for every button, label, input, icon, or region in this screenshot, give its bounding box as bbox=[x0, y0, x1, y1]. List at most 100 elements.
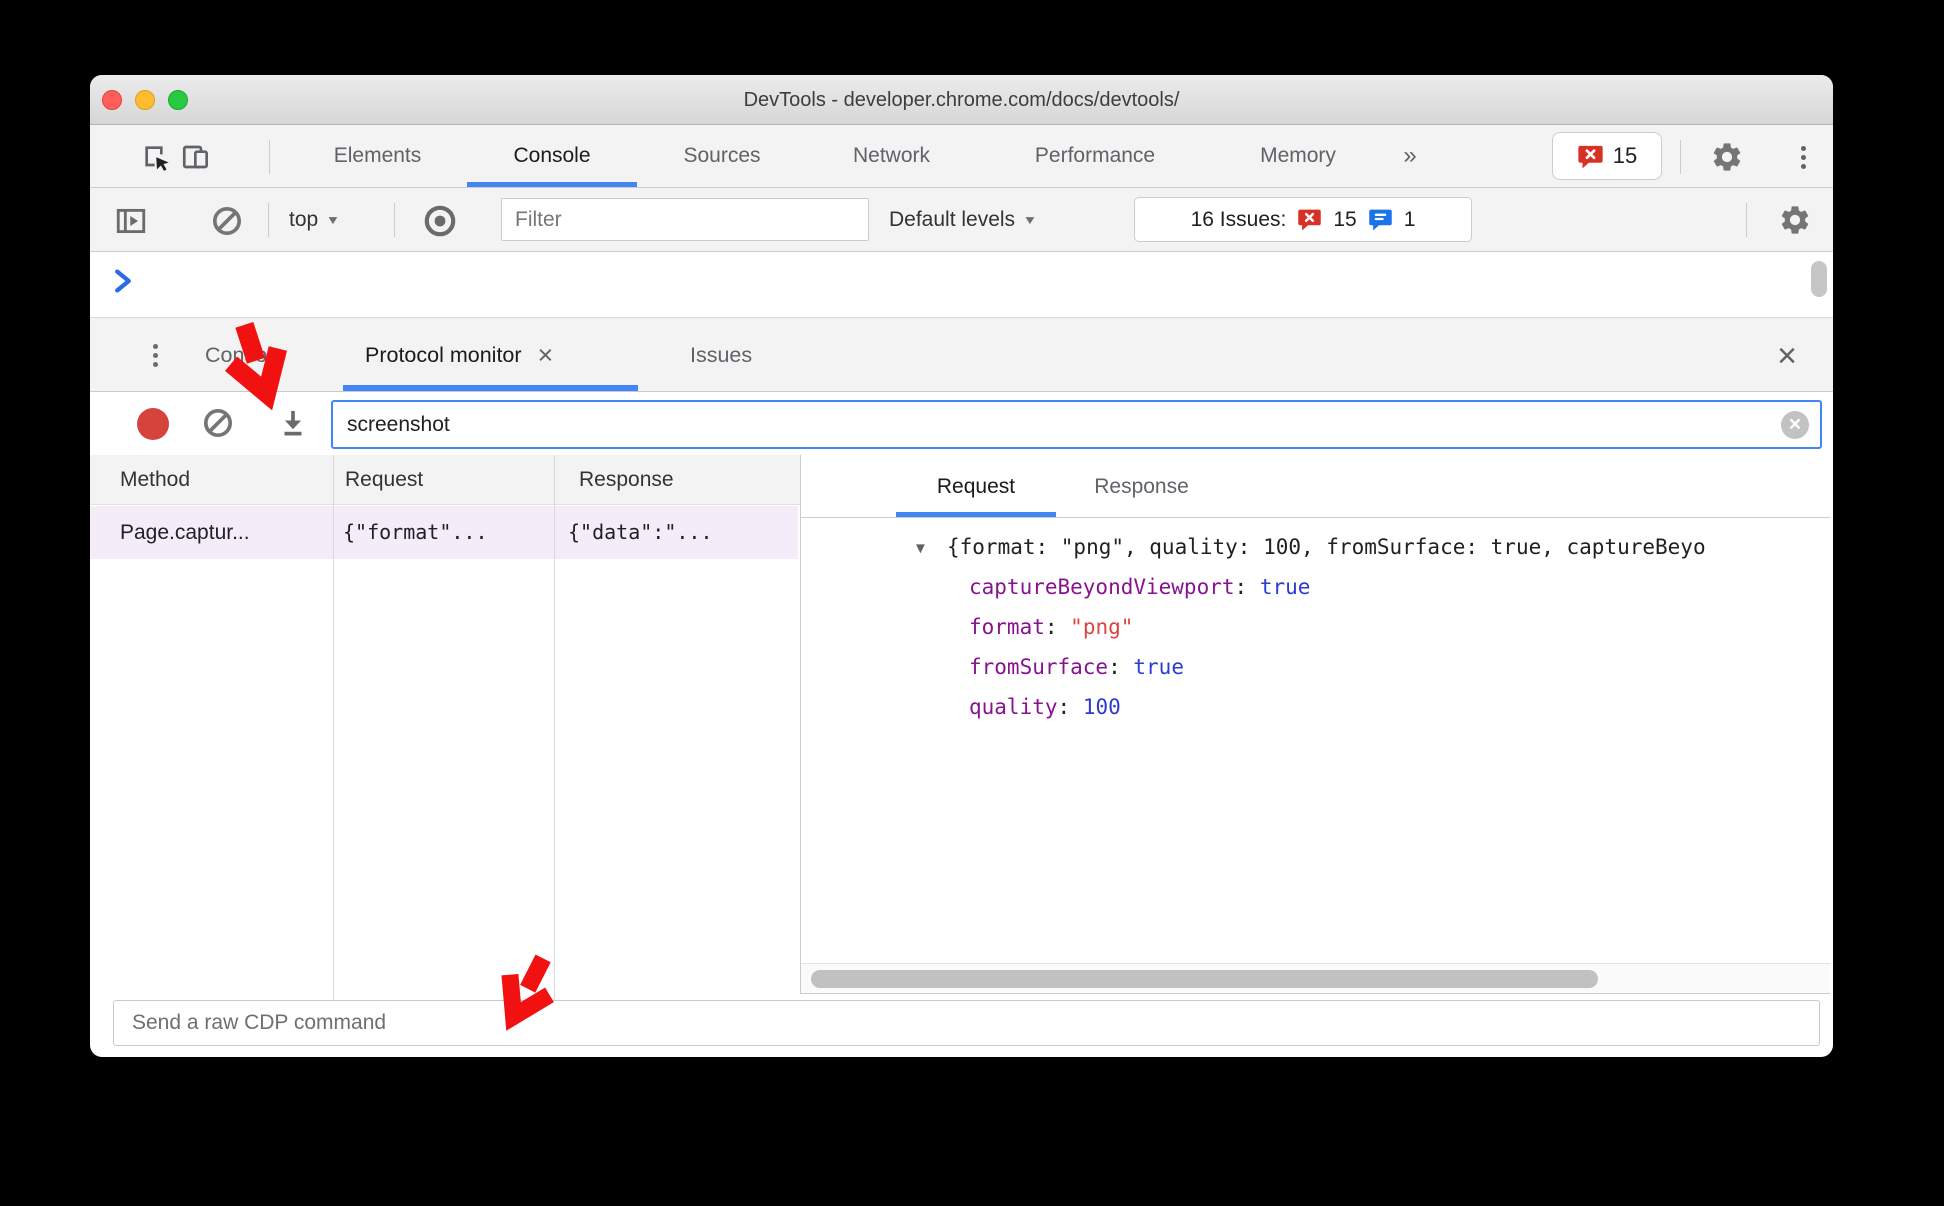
devtools-window: DevTools - developer.chrome.com/docs/dev… bbox=[90, 75, 1833, 1057]
live-expression-button[interactable] bbox=[421, 202, 459, 240]
context-selector-dropdown[interactable]: top ▼ bbox=[289, 188, 341, 251]
close-drawer-button[interactable]: × bbox=[1768, 337, 1806, 375]
drawer-tab-protocol-monitor[interactable]: Protocol monitor × bbox=[365, 318, 553, 392]
kebab-dot bbox=[1800, 154, 1806, 160]
clear-ban-icon bbox=[212, 206, 242, 236]
inspect-element-button[interactable] bbox=[138, 139, 174, 175]
horizontal-scrollbar[interactable] bbox=[811, 970, 1598, 988]
column-header-response[interactable]: Response bbox=[579, 455, 674, 505]
cell-method: Page.captur... bbox=[120, 521, 250, 544]
json-property[interactable]: quality: 100 bbox=[969, 687, 1121, 727]
protocol-table-header: Method Request Response bbox=[90, 455, 800, 505]
detail-tab-label: Response bbox=[1094, 474, 1189, 498]
tab-network[interactable]: Network bbox=[826, 125, 957, 187]
device-toolbar-button[interactable] bbox=[178, 139, 214, 175]
drawer-menu-kebab-button[interactable] bbox=[136, 336, 174, 374]
detail-tab-bar: Request Response bbox=[801, 455, 1830, 518]
record-button[interactable] bbox=[137, 408, 169, 440]
column-divider[interactable] bbox=[554, 455, 555, 1000]
window-title: DevTools - developer.chrome.com/docs/dev… bbox=[743, 89, 1180, 111]
json-key: captureBeyondViewport bbox=[969, 575, 1235, 599]
issues-error-count: 15 bbox=[1333, 207, 1357, 231]
tab-label: Network bbox=[852, 144, 931, 167]
json-property[interactable]: captureBeyondViewport: true bbox=[969, 567, 1310, 607]
tab-label: Console bbox=[513, 144, 591, 167]
issues-warning-count: 1 bbox=[1403, 207, 1416, 231]
screenshot-background: DevTools - developer.chrome.com/docs/dev… bbox=[0, 0, 1944, 1206]
drawer-tab-issues[interactable]: Issues bbox=[690, 318, 752, 392]
tab-memory[interactable]: Memory bbox=[1232, 125, 1364, 187]
issue-error-icon bbox=[1298, 209, 1322, 231]
issue-info-icon bbox=[1368, 209, 1392, 231]
json-colon: : bbox=[1108, 655, 1121, 679]
tab-performance[interactable]: Performance bbox=[1000, 125, 1190, 187]
log-levels-dropdown[interactable]: Default levels ▼ bbox=[889, 188, 1038, 251]
json-key: quality bbox=[969, 695, 1058, 719]
cdp-command-input[interactable] bbox=[113, 1000, 1820, 1046]
levels-label: Default levels bbox=[889, 207, 1016, 231]
cell-request: {"format"... bbox=[343, 520, 488, 544]
protocol-monitor-toolbar: × bbox=[90, 392, 1833, 455]
table-row[interactable]: Page.captur... {"format"... {"data":"... bbox=[90, 506, 798, 559]
cell-response: {"data":"... bbox=[568, 520, 713, 544]
kebab-dot bbox=[1800, 163, 1806, 169]
tab-label: Elements bbox=[333, 144, 422, 167]
detail-active-tab-underline bbox=[896, 512, 1056, 517]
console-messages-area[interactable] bbox=[90, 252, 1833, 318]
main-menu-kebab-button[interactable] bbox=[1784, 138, 1822, 176]
json-property[interactable]: fromSurface: true bbox=[969, 647, 1184, 687]
json-key: fromSurface bbox=[969, 655, 1109, 679]
error-count: 15 bbox=[1612, 143, 1638, 168]
protocol-search-input[interactable] bbox=[331, 400, 1822, 449]
gear-icon bbox=[1713, 143, 1741, 171]
tab-label: Performance bbox=[1034, 144, 1156, 167]
toolbar-divider bbox=[268, 203, 269, 237]
more-tabs-icon: » bbox=[1403, 142, 1417, 169]
column-header-method[interactable]: Method bbox=[120, 455, 190, 505]
context-label: top bbox=[289, 207, 319, 231]
active-tab-underline bbox=[467, 182, 637, 187]
kebab-dot bbox=[152, 361, 158, 367]
json-colon: : bbox=[1044, 615, 1058, 639]
toolbar-divider bbox=[1746, 203, 1747, 237]
console-sidebar-toggle-button[interactable] bbox=[112, 202, 150, 240]
detail-tab-label: Request bbox=[936, 474, 1016, 498]
clear-search-button[interactable]: × bbox=[1781, 411, 1809, 439]
json-property[interactable]: format: "png" bbox=[969, 607, 1133, 647]
column-header-request[interactable]: Request bbox=[345, 455, 423, 505]
inspect-cursor-icon bbox=[145, 146, 169, 171]
tab-console[interactable]: Console bbox=[467, 125, 637, 187]
close-icon: × bbox=[1777, 337, 1797, 375]
json-preview-line[interactable]: {format: "png", quality: 100, fromSurfac… bbox=[947, 527, 1830, 567]
error-count-badge[interactable]: 15 bbox=[1552, 132, 1662, 180]
kebab-dot bbox=[1800, 145, 1806, 151]
settings-button[interactable] bbox=[1708, 138, 1746, 176]
column-divider[interactable] bbox=[333, 455, 334, 1000]
detail-tab-request[interactable]: Request bbox=[896, 455, 1056, 518]
json-colon: : bbox=[1057, 695, 1071, 719]
json-value: 100 bbox=[1082, 695, 1121, 719]
sidebar-toggle-icon bbox=[116, 208, 146, 234]
tab-elements[interactable]: Elements bbox=[304, 125, 451, 187]
clear-icon: × bbox=[1788, 413, 1802, 436]
drawer-tab-bar: Console Protocol monitor × Issues × bbox=[90, 318, 1833, 392]
kebab-dot bbox=[152, 352, 158, 358]
json-key: format bbox=[969, 615, 1045, 639]
close-tab-icon[interactable]: × bbox=[538, 341, 554, 369]
console-settings-button[interactable] bbox=[1776, 201, 1814, 239]
tab-sources[interactable]: Sources bbox=[656, 125, 788, 187]
tree-expander-icon[interactable]: ▼ bbox=[913, 540, 928, 557]
detail-tab-response[interactable]: Response bbox=[1069, 455, 1214, 518]
issues-counter[interactable]: 16 Issues: 15 1 bbox=[1134, 197, 1472, 242]
json-value: true bbox=[1133, 655, 1184, 679]
vertical-scrollbar[interactable] bbox=[1811, 261, 1827, 297]
more-tabs-button[interactable]: » bbox=[1385, 125, 1435, 187]
gear-icon bbox=[1781, 206, 1809, 234]
chevron-down-icon: ▼ bbox=[1022, 212, 1038, 227]
request-detail-panel: Request Response ▼ {format: "png", quali… bbox=[800, 455, 1830, 994]
titlebar[interactable]: DevTools - developer.chrome.com/docs/dev… bbox=[90, 75, 1833, 125]
toolbar-divider bbox=[394, 203, 395, 237]
drawer-active-tab-underline bbox=[343, 385, 638, 391]
clear-console-button[interactable] bbox=[208, 202, 246, 240]
filter-input[interactable] bbox=[501, 198, 869, 241]
